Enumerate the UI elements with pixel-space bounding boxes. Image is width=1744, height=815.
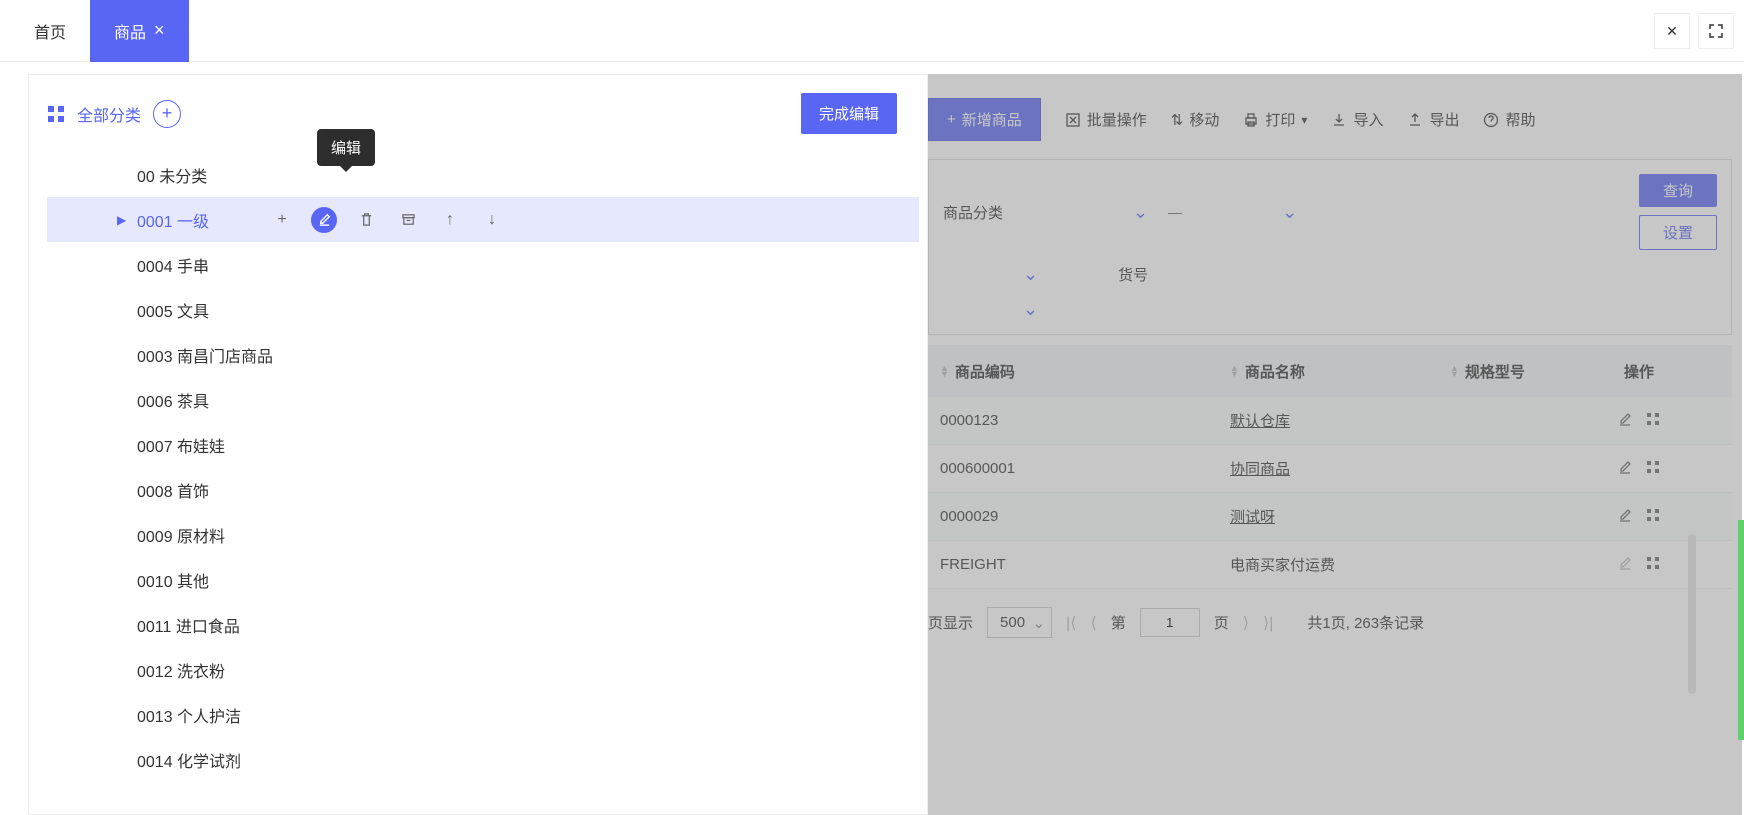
- category-item[interactable]: 0006 茶具: [47, 377, 919, 422]
- move-up-icon[interactable]: ↑: [437, 207, 463, 233]
- category-item[interactable]: 0003 南昌门店商品: [47, 332, 919, 377]
- scrollbar-thumb[interactable]: [1688, 534, 1696, 694]
- category-item[interactable]: 00 未分类: [47, 152, 919, 197]
- category-label: 0001 一级: [137, 208, 209, 232]
- category-label: 0003 南昌门店商品: [137, 343, 273, 367]
- category-label: 0009 原材料: [137, 523, 225, 547]
- category-tree[interactable]: 00 未分类 ▶ 0001 一级 + ↑ ↓ 0004 手串 0005 文具 0003 南昌门店…: [47, 152, 927, 795]
- category-label: 0004 手串: [137, 253, 209, 277]
- category-label: 0014 化学试剂: [137, 748, 241, 772]
- archive-icon[interactable]: [395, 207, 421, 233]
- add-child-icon[interactable]: +: [269, 207, 295, 233]
- close-all-icon[interactable]: ✕: [1654, 13, 1690, 49]
- edge-indicator: [1738, 520, 1744, 740]
- category-item[interactable]: 0008 首饰: [47, 467, 919, 512]
- category-item[interactable]: 0012 洗衣粉: [47, 647, 919, 692]
- category-item[interactable]: 0009 原材料: [47, 512, 919, 557]
- finish-edit-button[interactable]: 完成编辑: [801, 93, 897, 134]
- grid-icon: [47, 105, 65, 123]
- all-categories-link[interactable]: 全部分类: [77, 102, 141, 126]
- category-label: 0010 其他: [137, 568, 209, 592]
- tab-bar: 首页 商品 × ✕: [0, 0, 1744, 62]
- category-item[interactable]: 0011 进口食品: [47, 602, 919, 647]
- category-edit-panel: 全部分类 + 完成编辑 编辑 00 未分类▶0001 一级+↑↓0004 手串0…: [28, 74, 928, 815]
- edit-icon[interactable]: [311, 207, 337, 233]
- modal-overlay: [928, 74, 1742, 815]
- category-label: 0007 布娃娃: [137, 433, 225, 457]
- category-item[interactable]: 0010 其他: [47, 557, 919, 602]
- category-label: 0005 文具: [137, 298, 209, 322]
- category-item[interactable]: 0005 文具: [47, 287, 919, 332]
- category-item[interactable]: ▶ 0001 一级 + ↑ ↓: [47, 197, 919, 242]
- delete-icon[interactable]: [353, 207, 379, 233]
- category-item[interactable]: 0007 布娃娃: [47, 422, 919, 467]
- fullscreen-icon[interactable]: [1698, 13, 1734, 49]
- category-label: 00 未分类: [137, 163, 207, 187]
- add-category-button[interactable]: +: [153, 100, 181, 128]
- category-label: 0011 进口食品: [137, 613, 240, 637]
- close-icon[interactable]: ×: [154, 20, 165, 41]
- category-label: 0012 洗衣粉: [137, 658, 225, 682]
- tab-home[interactable]: 首页: [10, 0, 90, 62]
- category-label: 0013 个人护洁: [137, 703, 241, 727]
- category-label: 0008 首饰: [137, 478, 209, 502]
- move-down-icon[interactable]: ↓: [479, 207, 505, 233]
- caret-right-icon[interactable]: ▶: [117, 213, 126, 227]
- category-item[interactable]: 0004 手串: [47, 242, 919, 287]
- category-item[interactable]: 0013 个人护洁: [47, 692, 919, 737]
- category-label: 0006 茶具: [137, 388, 209, 412]
- tab-product[interactable]: 商品 ×: [90, 0, 189, 62]
- category-item[interactable]: 0014 化学试剂: [47, 737, 919, 782]
- edit-tooltip: 编辑: [317, 129, 375, 166]
